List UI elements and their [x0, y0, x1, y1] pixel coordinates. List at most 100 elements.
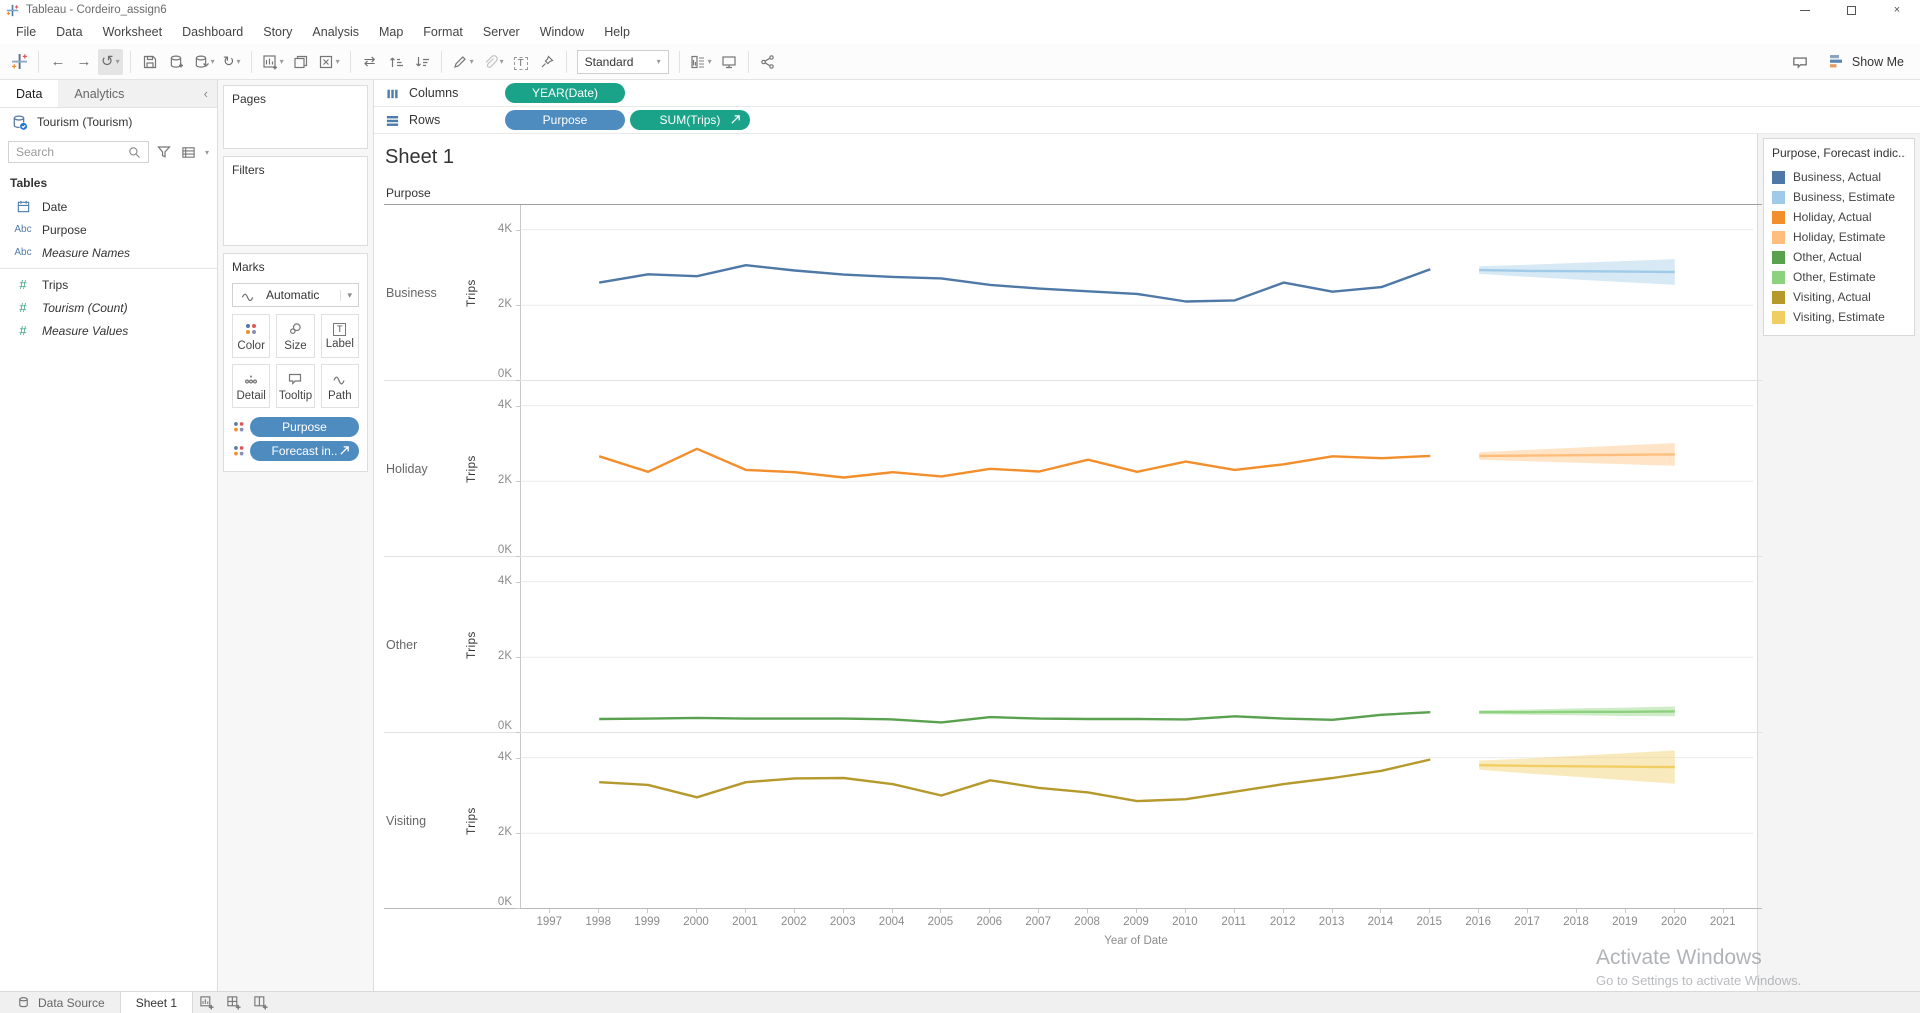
- marks-pill-purpose[interactable]: Purpose: [250, 417, 359, 437]
- dropdown-caret-icon[interactable]: ▾: [470, 57, 474, 66]
- menu-map[interactable]: Map: [369, 25, 413, 39]
- legend-item-other-actual[interactable]: Other, Actual: [1772, 247, 1906, 267]
- minimize-button[interactable]: [1782, 0, 1828, 20]
- field-trips[interactable]: # Trips: [0, 273, 217, 296]
- plot-area-business[interactable]: [520, 205, 1753, 380]
- view-options-icon[interactable]: [179, 145, 198, 160]
- forward-button[interactable]: →: [72, 49, 96, 75]
- new-worksheet-button[interactable]: [193, 992, 220, 1013]
- collapse-panel-button[interactable]: ‹: [195, 80, 217, 107]
- field-purpose[interactable]: Abc Purpose: [0, 218, 217, 241]
- sort-descending-button[interactable]: [410, 49, 434, 75]
- legend-item-holiday-actual[interactable]: Holiday, Actual: [1772, 207, 1906, 227]
- filters-card[interactable]: Filters: [223, 156, 368, 246]
- menu-help[interactable]: Help: [594, 25, 640, 39]
- replay-button[interactable]: ↺ ▾: [98, 48, 123, 75]
- fit-selector-dropdown[interactable]: Standard ▾: [576, 49, 669, 74]
- x-tick-mark: [1527, 909, 1529, 913]
- marks-size-button[interactable]: Size: [276, 314, 315, 358]
- swap-rows-and-columns-button[interactable]: ⇄: [358, 49, 382, 75]
- dropdown-caret-icon[interactable]: ▾: [336, 57, 340, 66]
- highlight-button[interactable]: ▾: [449, 49, 477, 75]
- row-label-other: Other: [386, 637, 418, 652]
- menu-dashboard[interactable]: Dashboard: [172, 25, 253, 39]
- marks-path-button[interactable]: Path: [320, 364, 359, 408]
- pin-tool-button[interactable]: [535, 49, 559, 75]
- format-painter-button[interactable]: ▾: [479, 49, 507, 75]
- x-tick-label: 2002: [781, 916, 807, 928]
- datasource-tab[interactable]: Data Source: [0, 992, 120, 1013]
- menu-file[interactable]: File: [6, 25, 46, 39]
- pages-card[interactable]: Pages: [223, 85, 368, 149]
- pause-auto-updates-button[interactable]: ↻ ▾: [220, 49, 244, 75]
- legend-card[interactable]: Purpose, Forecast indic... Business, Act…: [1763, 138, 1915, 336]
- view-options-caret-icon[interactable]: ▾: [205, 148, 209, 157]
- dropdown-caret-icon[interactable]: ▾: [500, 57, 504, 66]
- menu-data[interactable]: Data: [46, 25, 92, 39]
- back-button[interactable]: ←: [46, 49, 70, 75]
- legend-item-business-actual[interactable]: Business, Actual: [1772, 167, 1906, 187]
- tooltip-flag-button[interactable]: [1788, 49, 1812, 75]
- sort-ascending-button[interactable]: [384, 49, 408, 75]
- rows-pill-purpose[interactable]: Purpose: [505, 110, 625, 130]
- field-measure-values[interactable]: # Measure Values: [0, 319, 217, 342]
- marks-color-button[interactable]: Color: [232, 314, 271, 358]
- rows-pill-sum-trips-[interactable]: SUM(Trips): [630, 110, 750, 130]
- legend-item-holiday-estimate[interactable]: Holiday, Estimate: [1772, 227, 1906, 247]
- rows-shelf[interactable]: Rows Purpose SUM(Trips): [374, 107, 1920, 134]
- new-worksheet-button[interactable]: ▾: [259, 49, 287, 75]
- presentation-mode-button[interactable]: [717, 49, 741, 75]
- search-input[interactable]: [16, 145, 125, 159]
- tab-data[interactable]: Data: [0, 80, 59, 107]
- plot-area-other[interactable]: [520, 557, 1753, 732]
- marks-label-button[interactable]: T Label: [320, 314, 359, 358]
- field-date[interactable]: Date: [0, 195, 217, 218]
- y-tick-label: 2K: [497, 650, 512, 663]
- dropdown-caret-icon[interactable]: ▾: [116, 57, 120, 66]
- marks-detail-button[interactable]: Detail: [232, 364, 271, 408]
- legend-item-visiting-actual[interactable]: Visiting, Actual: [1772, 287, 1906, 307]
- share-button[interactable]: [756, 49, 780, 75]
- maximize-button[interactable]: [1828, 0, 1874, 20]
- show-hide-cards-button[interactable]: ▾: [687, 49, 715, 75]
- filter-icon[interactable]: [154, 144, 174, 160]
- dropdown-caret-icon[interactable]: ▾: [211, 57, 215, 66]
- menu-worksheet[interactable]: Worksheet: [93, 25, 173, 39]
- columns-pill-year-date-[interactable]: YEAR(Date): [505, 83, 625, 103]
- marks-tooltip-button[interactable]: Tooltip: [276, 364, 315, 408]
- dropdown-caret-icon[interactable]: ▾: [280, 57, 284, 66]
- field-tourism-count-[interactable]: # Tourism (Count): [0, 296, 217, 319]
- add-datasource-button[interactable]: [164, 49, 188, 75]
- plot-area-holiday[interactable]: [520, 381, 1753, 556]
- menu-format[interactable]: Format: [413, 25, 473, 39]
- dropdown-caret-icon[interactable]: ▾: [708, 57, 712, 66]
- search-box[interactable]: [8, 141, 149, 163]
- legend-item-visiting-estimate[interactable]: Visiting, Estimate: [1772, 307, 1906, 327]
- tableau-logo-button[interactable]: [7, 49, 31, 75]
- dropdown-caret-icon[interactable]: ▾: [236, 57, 240, 66]
- text-label-button[interactable]: T: [509, 49, 533, 75]
- refresh-datasource-button[interactable]: ▾: [190, 49, 218, 75]
- menu-analysis[interactable]: Analysis: [302, 25, 369, 39]
- show-me-button[interactable]: Show Me: [1829, 54, 1904, 69]
- tab-analytics[interactable]: Analytics: [58, 80, 140, 107]
- clear-sheet-button[interactable]: ▾: [315, 49, 343, 75]
- menu-server[interactable]: Server: [473, 25, 530, 39]
- columns-shelf[interactable]: Columns YEAR(Date): [374, 80, 1920, 107]
- datasource-row[interactable]: Tourism (Tourism): [0, 108, 217, 136]
- plot-area-visiting[interactable]: [520, 733, 1753, 908]
- new-dashboard-button[interactable]: [220, 992, 247, 1013]
- marks-pill-row: Purpose: [232, 417, 359, 437]
- legend-item-other-estimate[interactable]: Other, Estimate: [1772, 267, 1906, 287]
- field-measure-names[interactable]: Abc Measure Names: [0, 241, 217, 264]
- new-story-button[interactable]: [247, 992, 274, 1013]
- mark-type-dropdown[interactable]: Automatic ▾: [232, 283, 359, 307]
- menu-window[interactable]: Window: [530, 25, 594, 39]
- legend-item-business-estimate[interactable]: Business, Estimate: [1772, 187, 1906, 207]
- menu-story[interactable]: Story: [253, 25, 302, 39]
- sheet-tab[interactable]: Sheet 1: [119, 992, 194, 1013]
- duplicate-sheet-button[interactable]: [289, 49, 313, 75]
- close-button[interactable]: ×: [1874, 0, 1920, 20]
- save-button[interactable]: [138, 49, 162, 75]
- marks-pill-forecast-in-[interactable]: Forecast in..: [250, 441, 359, 461]
